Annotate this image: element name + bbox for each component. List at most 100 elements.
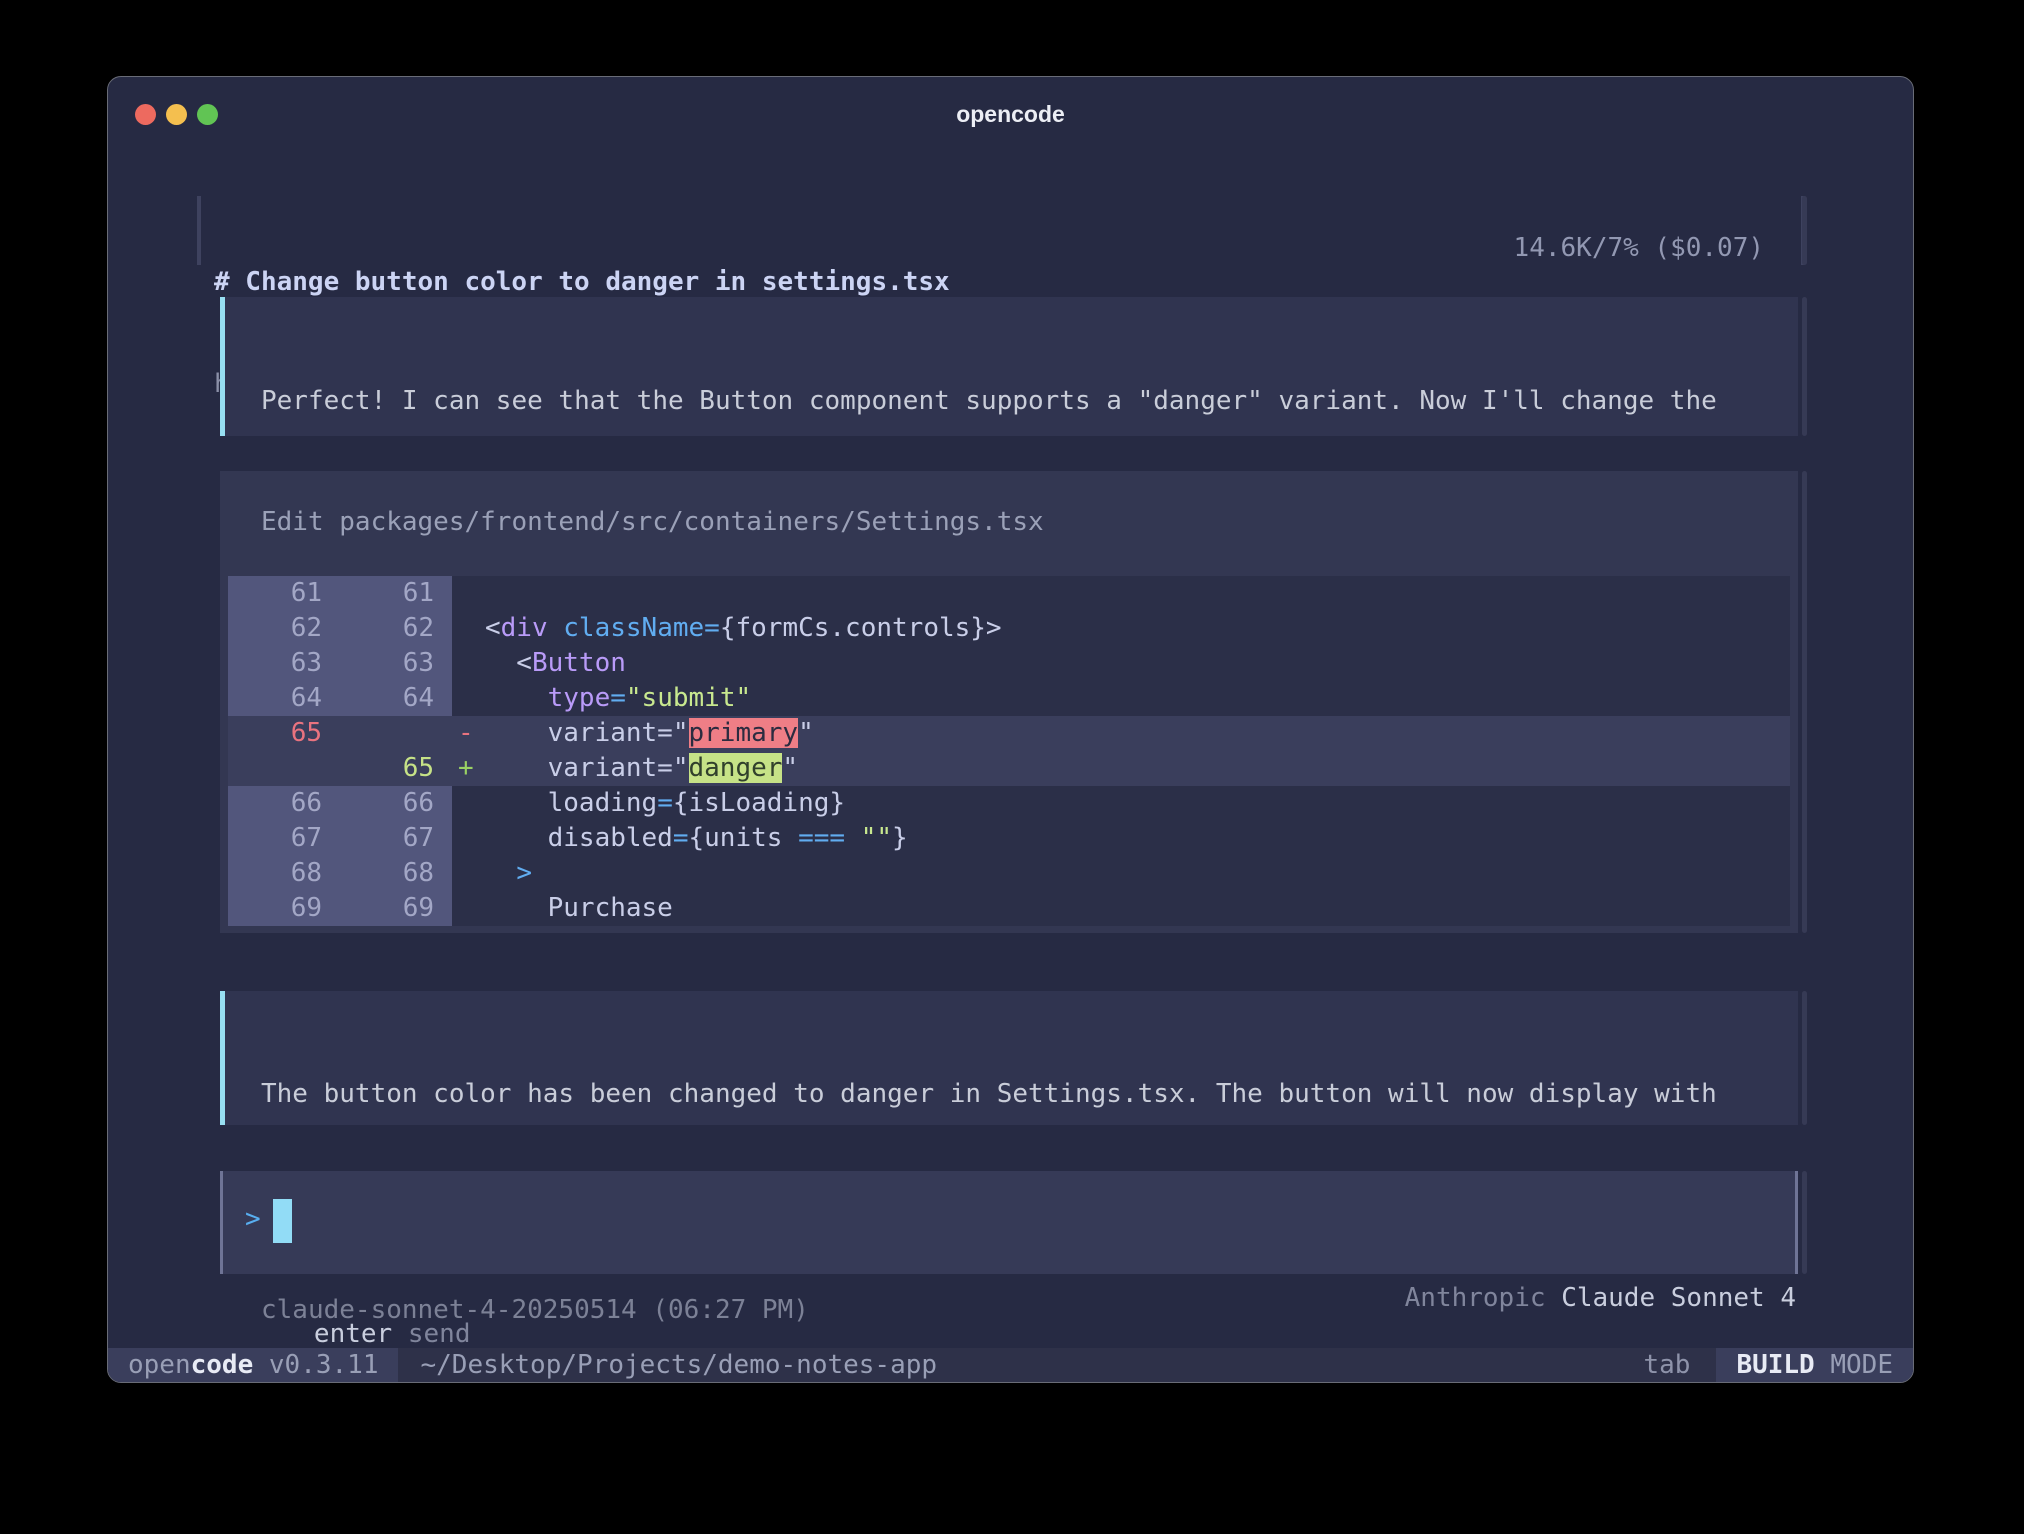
mode-name: BUILD bbox=[1736, 1350, 1814, 1380]
mode-segment: BUILD MODE bbox=[1716, 1348, 1913, 1382]
diff-row: 6363 <Button bbox=[228, 646, 1790, 681]
prompt-symbol: > bbox=[245, 1204, 261, 1234]
code-token: === bbox=[798, 823, 845, 853]
app-name-prefix: open bbox=[128, 1350, 191, 1380]
code-token: disabled bbox=[485, 823, 673, 853]
diff-marker bbox=[452, 786, 482, 821]
enter-key-hint: enter bbox=[314, 1319, 392, 1349]
old-line-number: 62 bbox=[228, 611, 340, 646]
working-directory: ~/Desktop/Projects/demo-notes-app bbox=[420, 1348, 937, 1382]
code-token bbox=[548, 613, 564, 643]
send-action-hint: send bbox=[408, 1319, 471, 1349]
old-line-number: 63 bbox=[228, 646, 340, 681]
code-token: > bbox=[516, 858, 532, 888]
diff-marker bbox=[452, 821, 482, 856]
code-token: type bbox=[548, 683, 611, 713]
code-token: < bbox=[485, 613, 501, 643]
title-bar: opencode bbox=[108, 77, 1913, 139]
old-line-number: 64 bbox=[228, 681, 340, 716]
diff-row: 6868 > bbox=[228, 856, 1790, 891]
code-token: "" bbox=[861, 823, 892, 853]
diff-marker bbox=[452, 891, 482, 926]
new-line-number: 64 bbox=[340, 681, 452, 716]
assistant-message: The button color has been changed to dan… bbox=[220, 991, 1798, 1125]
diff-marker bbox=[452, 611, 482, 646]
code-token bbox=[485, 683, 548, 713]
code-token: div bbox=[501, 613, 548, 643]
new-line-number: 69 bbox=[340, 891, 452, 926]
new-line-number: 63 bbox=[340, 646, 452, 681]
old-line-number: 68 bbox=[228, 856, 340, 891]
provider-name: Anthropic bbox=[1405, 1283, 1546, 1313]
new-line-number: 62 bbox=[340, 611, 452, 646]
code-line: <Button bbox=[482, 646, 626, 681]
scrollbar-track bbox=[1802, 1171, 1807, 1274]
app-version-segment: opencode v0.3.11 bbox=[108, 1348, 398, 1382]
screen: opencode # Change button color to danger… bbox=[0, 0, 2024, 1534]
code-token: {isLoading} bbox=[673, 788, 845, 818]
code-token: loading bbox=[485, 788, 657, 818]
code-token: variant=" bbox=[485, 718, 689, 748]
diff-marker bbox=[452, 646, 482, 681]
code-token: {units bbox=[689, 823, 799, 853]
code-token: < bbox=[485, 648, 532, 678]
diff-row: 65 - variant="primary" bbox=[228, 716, 1790, 751]
new-line-number: 68 bbox=[340, 856, 452, 891]
old-line-number bbox=[228, 751, 340, 786]
assistant-message: Perfect! I can see that the Button compo… bbox=[220, 297, 1798, 436]
old-line-number: 65 bbox=[228, 716, 340, 751]
code-token: = bbox=[657, 788, 673, 818]
old-line-number: 67 bbox=[228, 821, 340, 856]
edit-tool-panel: Edit packages/frontend/src/containers/Se… bbox=[220, 471, 1798, 933]
app-version: v0.3.11 bbox=[253, 1350, 378, 1380]
code-token: = bbox=[673, 823, 689, 853]
old-line-number: 69 bbox=[228, 891, 340, 926]
code-line: type="submit" bbox=[482, 681, 751, 716]
message-line: Perfect! I can see that the Button compo… bbox=[261, 383, 1768, 419]
code-token: " bbox=[798, 718, 814, 748]
diff-marker bbox=[452, 576, 482, 611]
code-token: variant=" bbox=[485, 753, 689, 783]
model-name: Claude Sonnet 4 bbox=[1561, 1283, 1796, 1313]
scrollbar-track bbox=[1802, 991, 1807, 1125]
code-token bbox=[485, 858, 516, 888]
code-line: <div className={formCs.controls}> bbox=[482, 611, 1002, 646]
diff: 61616262<div className={formCs.controls}… bbox=[228, 576, 1790, 926]
new-line-number: 67 bbox=[340, 821, 452, 856]
code-token bbox=[845, 823, 861, 853]
code-line: variant="primary" bbox=[482, 716, 814, 751]
code-line: disabled={units === ""} bbox=[482, 821, 908, 856]
app-name-suffix: code bbox=[191, 1350, 254, 1380]
prompt-input[interactable]: > bbox=[220, 1171, 1798, 1274]
diff-row: 6666 loading={isLoading} bbox=[228, 786, 1790, 821]
diff-row: 6262 <div className={formCs.controls}> bbox=[228, 611, 1790, 646]
diff-marker bbox=[452, 681, 482, 716]
scrollbar-track bbox=[1802, 297, 1807, 436]
code-token: } bbox=[892, 823, 908, 853]
diff-marker: + bbox=[452, 751, 482, 786]
code-line: > bbox=[482, 856, 532, 891]
model-indicator: Anthropic Claude Sonnet 4 bbox=[1405, 1280, 1796, 1316]
new-line-number bbox=[340, 716, 452, 751]
code-token: className bbox=[563, 613, 704, 643]
scrollbar-track bbox=[1802, 471, 1807, 933]
diff-marker: - bbox=[452, 716, 482, 751]
context-stats: 14.6K/7% ($0.07) bbox=[1514, 231, 1764, 265]
status-bar: opencode v0.3.11 ~/Desktop/Projects/demo… bbox=[108, 1348, 1913, 1382]
tab-key-hint[interactable]: tab bbox=[1643, 1348, 1690, 1382]
old-line-number: 61 bbox=[228, 576, 340, 611]
new-line-number: 66 bbox=[340, 786, 452, 821]
diff-row: 6969 Purchase bbox=[228, 891, 1790, 926]
diff-row: 6464 type="submit" bbox=[228, 681, 1790, 716]
code-token: = bbox=[610, 683, 626, 713]
code-line bbox=[482, 576, 485, 611]
new-line-number: 65 bbox=[340, 751, 452, 786]
code-token: = bbox=[704, 613, 720, 643]
old-line-number: 66 bbox=[228, 786, 340, 821]
session-title: # Change button color to danger in setti… bbox=[214, 265, 950, 299]
code-line: variant="danger" bbox=[482, 751, 798, 786]
code-token: Purchase bbox=[485, 893, 673, 923]
hints-row: enter send Anthropic Claude Sonnet 4 bbox=[220, 1280, 1796, 1316]
text-cursor bbox=[273, 1199, 292, 1243]
mode-label: MODE bbox=[1815, 1350, 1893, 1380]
